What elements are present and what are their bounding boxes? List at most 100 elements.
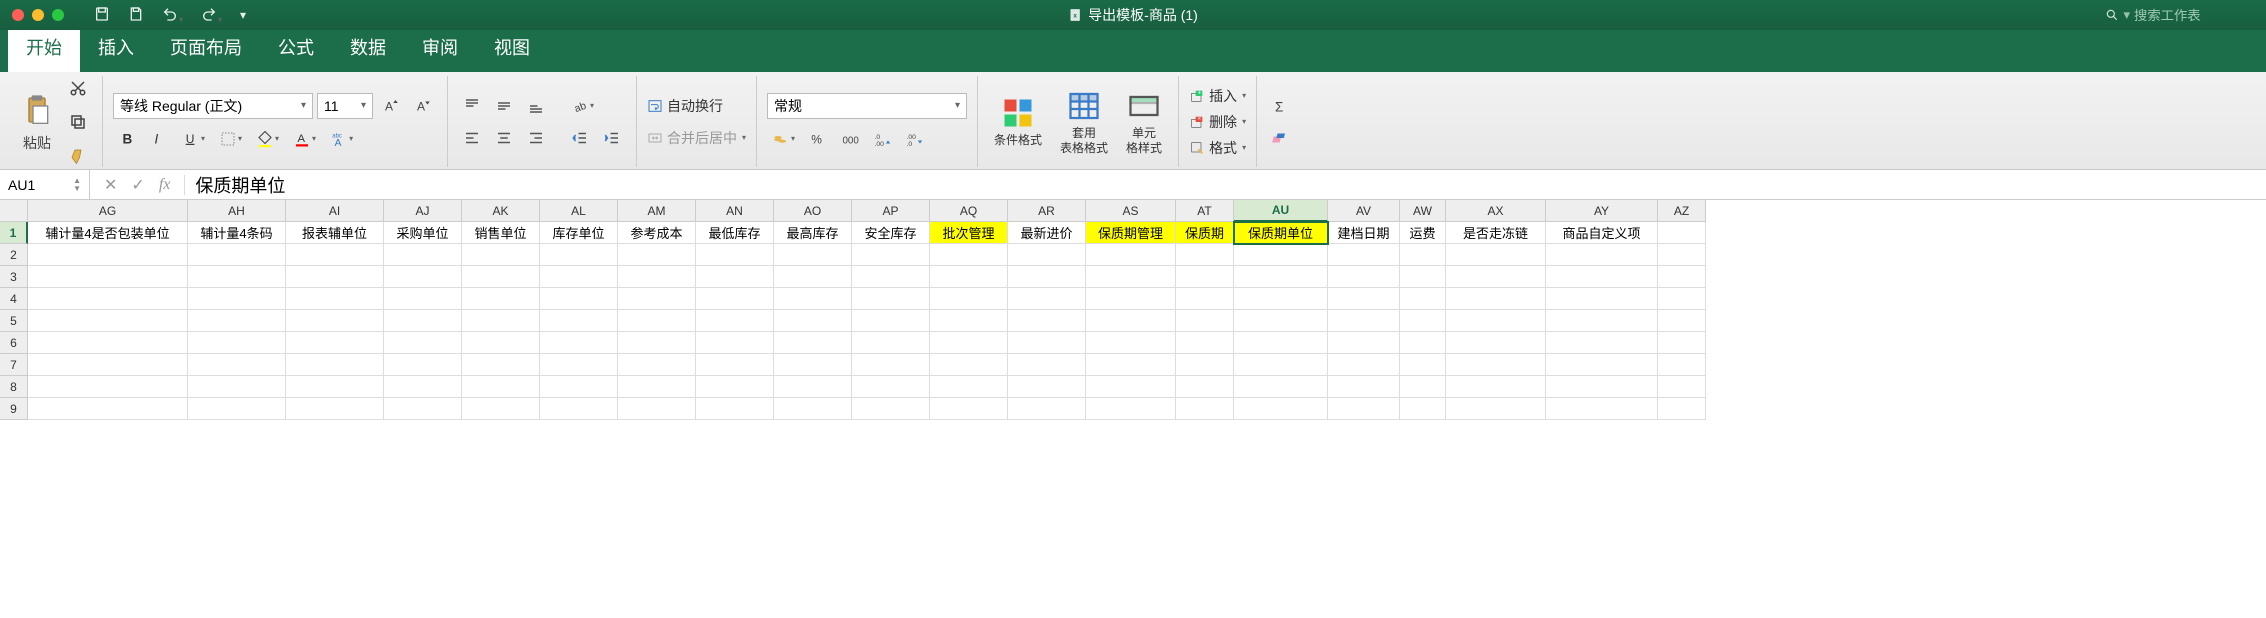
col-header-AN[interactable]: AN <box>696 200 774 222</box>
cell[interactable] <box>1546 376 1658 398</box>
cell[interactable] <box>618 310 696 332</box>
cell[interactable] <box>696 244 774 266</box>
cell[interactable] <box>1658 398 1706 420</box>
row-header[interactable]: 3 <box>0 266 28 288</box>
tab-视图[interactable]: 视图 <box>476 24 548 72</box>
cell[interactable] <box>188 354 286 376</box>
cell[interactable] <box>188 398 286 420</box>
col-header-AR[interactable]: AR <box>1008 200 1086 222</box>
search-input[interactable] <box>2134 8 2254 23</box>
cell[interactable] <box>618 398 696 420</box>
col-header-AT[interactable]: AT <box>1176 200 1234 222</box>
cell[interactable] <box>1086 244 1176 266</box>
cell[interactable] <box>286 354 384 376</box>
cell[interactable]: 保质期单位 <box>1234 222 1328 244</box>
cell[interactable] <box>28 266 188 288</box>
cell[interactable] <box>774 354 852 376</box>
col-header-AK[interactable]: AK <box>462 200 540 222</box>
row-header[interactable]: 2 <box>0 244 28 266</box>
copy-icon[interactable] <box>64 110 92 134</box>
cell[interactable] <box>1446 398 1546 420</box>
cell[interactable] <box>1176 398 1234 420</box>
save-disk-icon[interactable] <box>128 6 144 25</box>
row-header[interactable]: 9 <box>0 398 28 420</box>
cell[interactable] <box>1086 398 1176 420</box>
cell[interactable] <box>1008 376 1086 398</box>
cell[interactable] <box>696 332 774 354</box>
cell[interactable] <box>540 332 618 354</box>
align-bottom-icon[interactable] <box>522 94 550 118</box>
cell[interactable] <box>188 376 286 398</box>
cell[interactable]: 辅计量4条码 <box>188 222 286 244</box>
col-header-AQ[interactable]: AQ <box>930 200 1008 222</box>
cell[interactable] <box>1086 332 1176 354</box>
col-header-AV[interactable]: AV <box>1328 200 1400 222</box>
cell[interactable] <box>1086 288 1176 310</box>
cell[interactable] <box>462 244 540 266</box>
cell[interactable] <box>1658 244 1706 266</box>
cell[interactable]: 销售单位 <box>462 222 540 244</box>
cell[interactable] <box>696 266 774 288</box>
cell[interactable] <box>286 266 384 288</box>
cell[interactable] <box>852 354 930 376</box>
cell[interactable] <box>462 332 540 354</box>
orientation-icon[interactable]: ab▾ <box>566 94 599 118</box>
cell[interactable] <box>188 332 286 354</box>
cell[interactable] <box>1328 266 1400 288</box>
cell[interactable] <box>1446 376 1546 398</box>
col-header-AW[interactable]: AW <box>1400 200 1446 222</box>
cell[interactable] <box>1446 354 1546 376</box>
cell[interactable] <box>1446 266 1546 288</box>
cell[interactable]: 辅计量4是否包装单位 <box>28 222 188 244</box>
merge-center-button[interactable]: 合并后居中▾ <box>647 128 746 148</box>
cell[interactable] <box>540 376 618 398</box>
cell[interactable] <box>930 288 1008 310</box>
cell[interactable] <box>1176 244 1234 266</box>
cell[interactable] <box>28 310 188 332</box>
cell[interactable] <box>1234 266 1328 288</box>
col-header-AL[interactable]: AL <box>540 200 618 222</box>
cell[interactable] <box>1086 310 1176 332</box>
cell[interactable] <box>1008 244 1086 266</box>
cell[interactable] <box>1546 266 1658 288</box>
cell[interactable] <box>1400 398 1446 420</box>
font-color-button[interactable]: A▾ <box>288 127 321 151</box>
cell[interactable] <box>930 332 1008 354</box>
cell[interactable] <box>1234 376 1328 398</box>
cell[interactable] <box>28 376 188 398</box>
cell[interactable] <box>1546 354 1658 376</box>
font-size-select[interactable]: 11▾ <box>317 93 373 119</box>
cell[interactable] <box>852 244 930 266</box>
cell[interactable] <box>852 288 930 310</box>
cell[interactable] <box>618 332 696 354</box>
close-window[interactable] <box>12 9 24 21</box>
cell[interactable]: 最低库存 <box>696 222 774 244</box>
cell[interactable] <box>540 266 618 288</box>
cell[interactable] <box>1328 376 1400 398</box>
cell[interactable] <box>462 376 540 398</box>
cell[interactable] <box>618 244 696 266</box>
percent-icon[interactable]: % <box>804 127 832 151</box>
insert-cells-button[interactable]: +插入▾ <box>1189 86 1246 106</box>
cell[interactable] <box>696 310 774 332</box>
phonetic-button[interactable]: abcA▾ <box>325 127 358 151</box>
cell[interactable] <box>852 310 930 332</box>
cell[interactable] <box>774 266 852 288</box>
bold-button[interactable]: B <box>113 127 141 151</box>
align-top-icon[interactable] <box>458 94 486 118</box>
cell[interactable] <box>1008 332 1086 354</box>
align-middle-icon[interactable] <box>490 94 518 118</box>
cell[interactable] <box>1658 332 1706 354</box>
cell[interactable] <box>188 310 286 332</box>
row-header[interactable]: 4 <box>0 288 28 310</box>
cell[interactable] <box>774 244 852 266</box>
col-header-AI[interactable]: AI <box>286 200 384 222</box>
cell[interactable] <box>774 332 852 354</box>
row-header[interactable]: 7 <box>0 354 28 376</box>
autosum-icon[interactable]: Σ <box>1267 94 1295 118</box>
cell[interactable] <box>28 244 188 266</box>
tab-公式[interactable]: 公式 <box>260 24 332 72</box>
tab-数据[interactable]: 数据 <box>332 24 404 72</box>
format-painter-icon[interactable] <box>64 144 92 168</box>
cell[interactable] <box>852 376 930 398</box>
